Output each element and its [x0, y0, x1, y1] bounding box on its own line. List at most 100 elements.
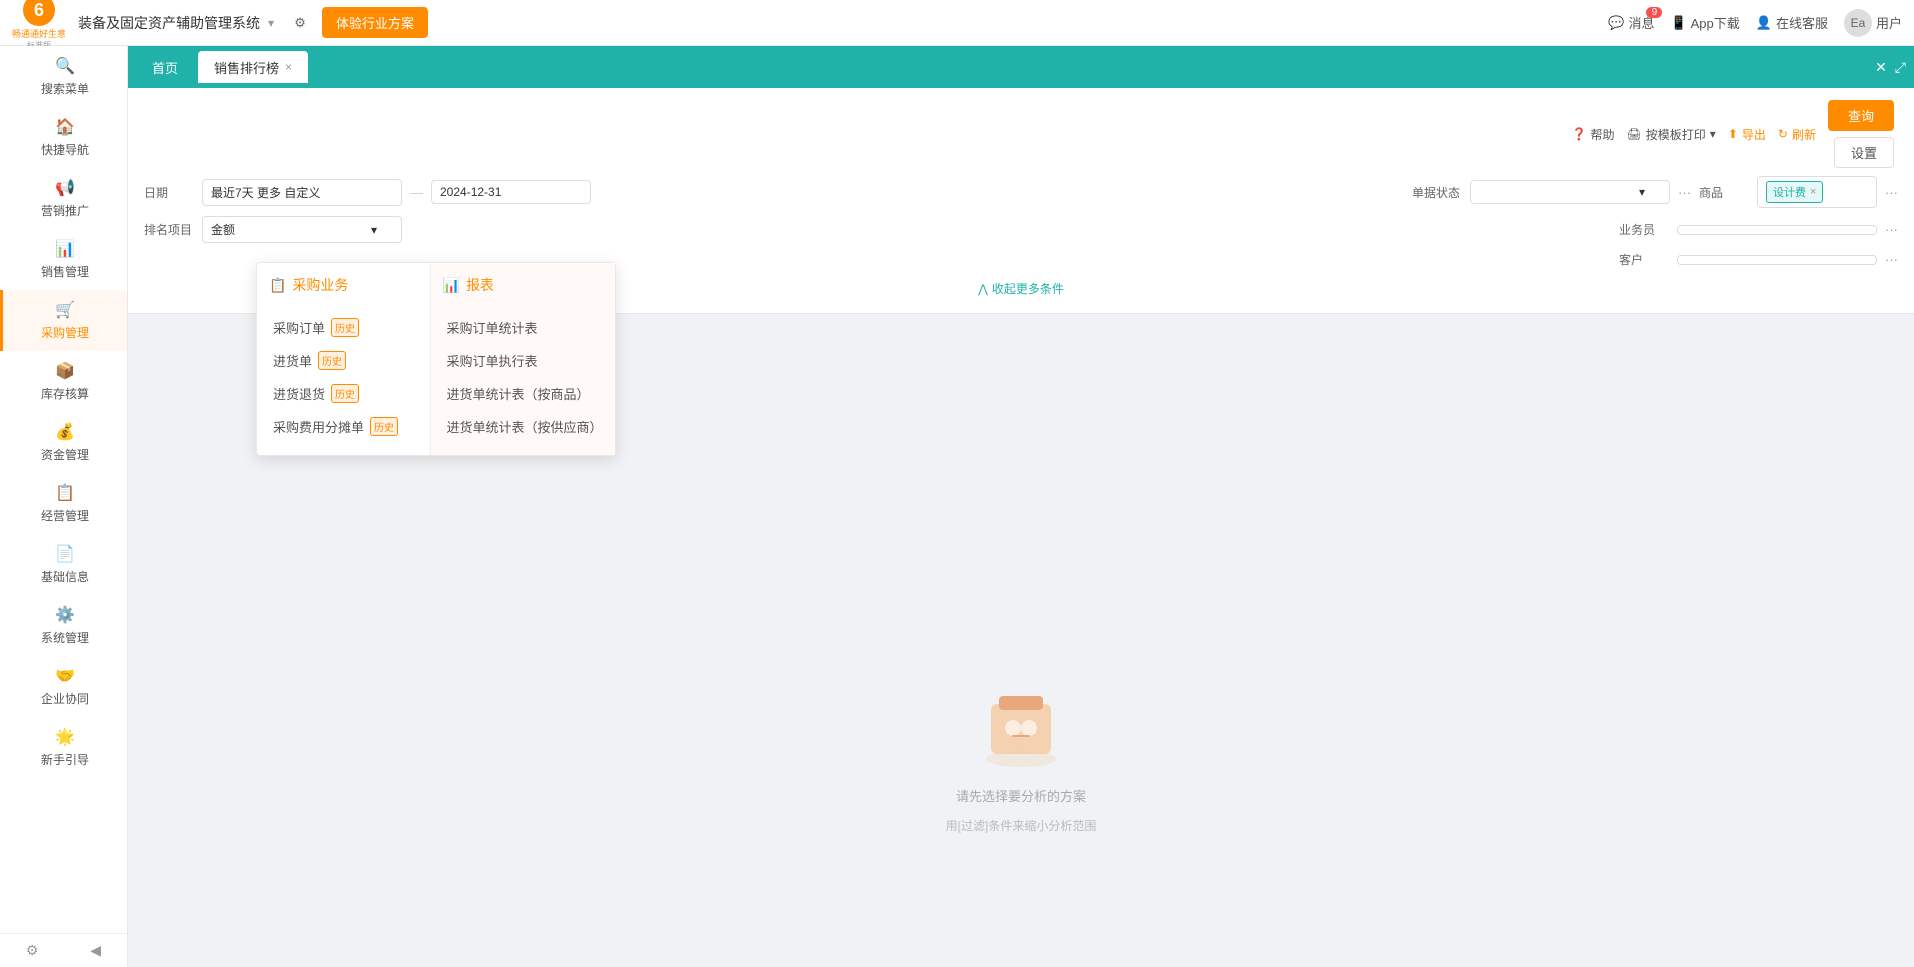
- customer-label: 客户: [1619, 251, 1669, 268]
- export-label: 导出: [1742, 126, 1766, 143]
- help-icon: ❓: [1572, 127, 1587, 141]
- menu-item-purchase-cost[interactable]: 采购费用分摊单 历史: [269, 410, 430, 443]
- menu-item-order-stats[interactable]: 采购订单统计表: [443, 311, 604, 344]
- status-dots[interactable]: ···: [1678, 185, 1691, 200]
- sidebar-label-enterprise: 企业协同: [41, 690, 89, 707]
- status-label: 单据状态: [1412, 184, 1462, 201]
- tab-active-label: 销售排行榜: [214, 58, 279, 77]
- trial-button[interactable]: 体验行业方案: [322, 7, 428, 38]
- sidebar-item-inventory[interactable]: 📦 库存核算: [0, 351, 127, 412]
- sidebar-item-search[interactable]: 🔍 搜索菜单: [0, 46, 127, 107]
- menu-item-inbound-stats-supplier[interactable]: 进货单统计表（按供应商）: [443, 410, 604, 443]
- inbound-stats-goods-label: 进货单统计表（按商品）: [447, 384, 590, 403]
- sidebar-item-operations[interactable]: 📋 经营管理: [0, 473, 127, 534]
- order-exec-label: 采购订单执行表: [447, 351, 538, 370]
- date-label: 日期: [144, 184, 194, 201]
- menu-item-inbound-return[interactable]: 进货退货 历史: [269, 377, 430, 410]
- sidebar-label-purchase: 采购管理: [41, 324, 89, 341]
- salesman-dots[interactable]: ···: [1885, 222, 1898, 237]
- date-end-picker[interactable]: 2024-12-31: [431, 180, 591, 204]
- online-service-button[interactable]: 👤 在线客服: [1756, 13, 1828, 32]
- sidebar-item-nav[interactable]: 🏠 快捷导航: [0, 107, 127, 168]
- customer-dots[interactable]: ···: [1885, 252, 1898, 267]
- print-btn[interactable]: 🖨 按模板打印 ▾: [1627, 126, 1716, 143]
- menu-item-order-exec[interactable]: 采购订单执行表: [443, 344, 604, 377]
- sidebar-label-sales: 销售管理: [41, 263, 89, 280]
- query-button[interactable]: 查询: [1828, 100, 1894, 131]
- inbound-return-label: 进货退货: [273, 384, 325, 403]
- sidebar-item-purchase[interactable]: 🛒 采购管理: [0, 290, 127, 351]
- goods-tag-text: 设计费: [1773, 184, 1806, 200]
- help-btn[interactable]: ❓ 帮助: [1572, 126, 1615, 143]
- collapse-button[interactable]: ⋀ 收起更多条件: [974, 276, 1068, 301]
- customer-input[interactable]: [1677, 255, 1877, 265]
- tab-sales-ranking[interactable]: 销售排行榜 ×: [198, 51, 308, 83]
- business-title-icon: 📋: [269, 277, 286, 294]
- rank-select[interactable]: 金额 ▾: [202, 216, 402, 243]
- online-service-label: 在线客服: [1776, 13, 1828, 32]
- set-button[interactable]: 设置: [1834, 137, 1894, 168]
- refresh-btn[interactable]: ↻ 刷新: [1778, 126, 1816, 143]
- goods-dots[interactable]: ···: [1885, 185, 1898, 200]
- sidebar-item-finance[interactable]: 💰 资金管理: [0, 412, 127, 473]
- refresh-label: 刷新: [1792, 126, 1816, 143]
- menu-item-inbound[interactable]: 进货单 历史: [269, 344, 430, 377]
- export-btn[interactable]: ⬆ 导出: [1728, 126, 1766, 143]
- order-stats-label: 采购订单统计表: [447, 318, 538, 337]
- sidebar-settings-btn[interactable]: ⚙: [26, 942, 39, 959]
- goods-tag-close[interactable]: ×: [1810, 186, 1816, 198]
- purchase-order-badge: 历史: [331, 318, 359, 337]
- sidebar-item-system[interactable]: ⚙️ 系统管理: [0, 595, 127, 656]
- home-icon: 🏠: [55, 117, 75, 137]
- settings-icon[interactable]: ⚙: [286, 9, 314, 37]
- date-picker[interactable]: 最近7天 更多 自定义: [202, 179, 402, 206]
- app-download-button[interactable]: 📱 App下载: [1670, 13, 1739, 32]
- sidebar-bottom: ⚙ ◀: [0, 933, 127, 967]
- filter-row-1: 日期 最近7天 更多 自定义 — 2024-12-31 单据状态 ▾: [144, 176, 1898, 208]
- menu-item-purchase-order[interactable]: 采购订单 历史: [269, 311, 430, 344]
- date-end-value: 2024-12-31: [440, 185, 501, 199]
- tab-maximize-icon[interactable]: ⤢: [1895, 59, 1906, 76]
- sidebar-item-guide[interactable]: 🌟 新手引导: [0, 717, 127, 778]
- menu-item-inbound-stats-goods[interactable]: 进货单统计表（按商品）: [443, 377, 604, 410]
- sidebar-label-nav: 快捷导航: [41, 141, 89, 158]
- goods-input[interactable]: 设计费 ×: [1757, 176, 1877, 208]
- filter-toolbar: ❓ 帮助 🖨 按模板打印 ▾ ⬆ 导出 ↻: [144, 100, 1898, 168]
- sidebar-item-marketing[interactable]: 📢 营销推广: [0, 168, 127, 229]
- message-icon: 💬: [1608, 15, 1624, 31]
- user-menu[interactable]: Ea 用户: [1844, 9, 1902, 37]
- rank-value: 金额: [211, 221, 235, 238]
- tab-close-window-icon[interactable]: ✕: [1875, 59, 1887, 76]
- inbound-label: 进货单: [273, 351, 312, 370]
- sidebar-label-system: 系统管理: [41, 629, 89, 646]
- logo-text: 畅通通好生意: [12, 27, 66, 40]
- sidebar-item-sales[interactable]: 📊 销售管理: [0, 229, 127, 290]
- sales-icon: 📊: [55, 239, 75, 259]
- logo-icon: 6: [23, 0, 55, 26]
- business-title-text: 采购业务: [292, 275, 348, 295]
- sidebar-collapse-btn[interactable]: ◀: [90, 942, 101, 959]
- sidebar-item-enterprise[interactable]: 🤝 企业协同: [0, 656, 127, 717]
- avatar: Ea: [1844, 9, 1872, 37]
- messages-button[interactable]: 💬 消息 9: [1608, 13, 1654, 32]
- app-download-label: App下载: [1691, 13, 1740, 32]
- system-title: 装备及固定资产辅助管理系统: [78, 13, 260, 33]
- print-dropdown-icon: ▾: [1710, 127, 1716, 141]
- status-select[interactable]: ▾: [1470, 180, 1670, 204]
- tab-home-label: 首页: [152, 58, 178, 77]
- salesman-input[interactable]: [1677, 225, 1877, 235]
- guide-icon: 🌟: [55, 727, 75, 747]
- rank-chevron: ▾: [371, 223, 377, 237]
- date-separator: —: [410, 185, 423, 200]
- tab-home[interactable]: 首页: [136, 51, 194, 83]
- export-icon: ⬆: [1728, 127, 1738, 141]
- salesman-label: 业务员: [1619, 221, 1669, 238]
- logo-area[interactable]: 6 畅通通好生意 标准版: [12, 0, 66, 51]
- sidebar-item-basic-info[interactable]: 📄 基础信息: [0, 534, 127, 595]
- service-icon: 👤: [1756, 15, 1772, 31]
- title-dropdown-arrow[interactable]: ▾: [268, 16, 274, 30]
- menu-col-reports-title: 📊 报表: [443, 275, 604, 301]
- inbound-badge: 历史: [318, 351, 346, 370]
- tab-close-icon[interactable]: ×: [285, 60, 292, 74]
- collapse-up-icon: ⋀: [978, 282, 988, 296]
